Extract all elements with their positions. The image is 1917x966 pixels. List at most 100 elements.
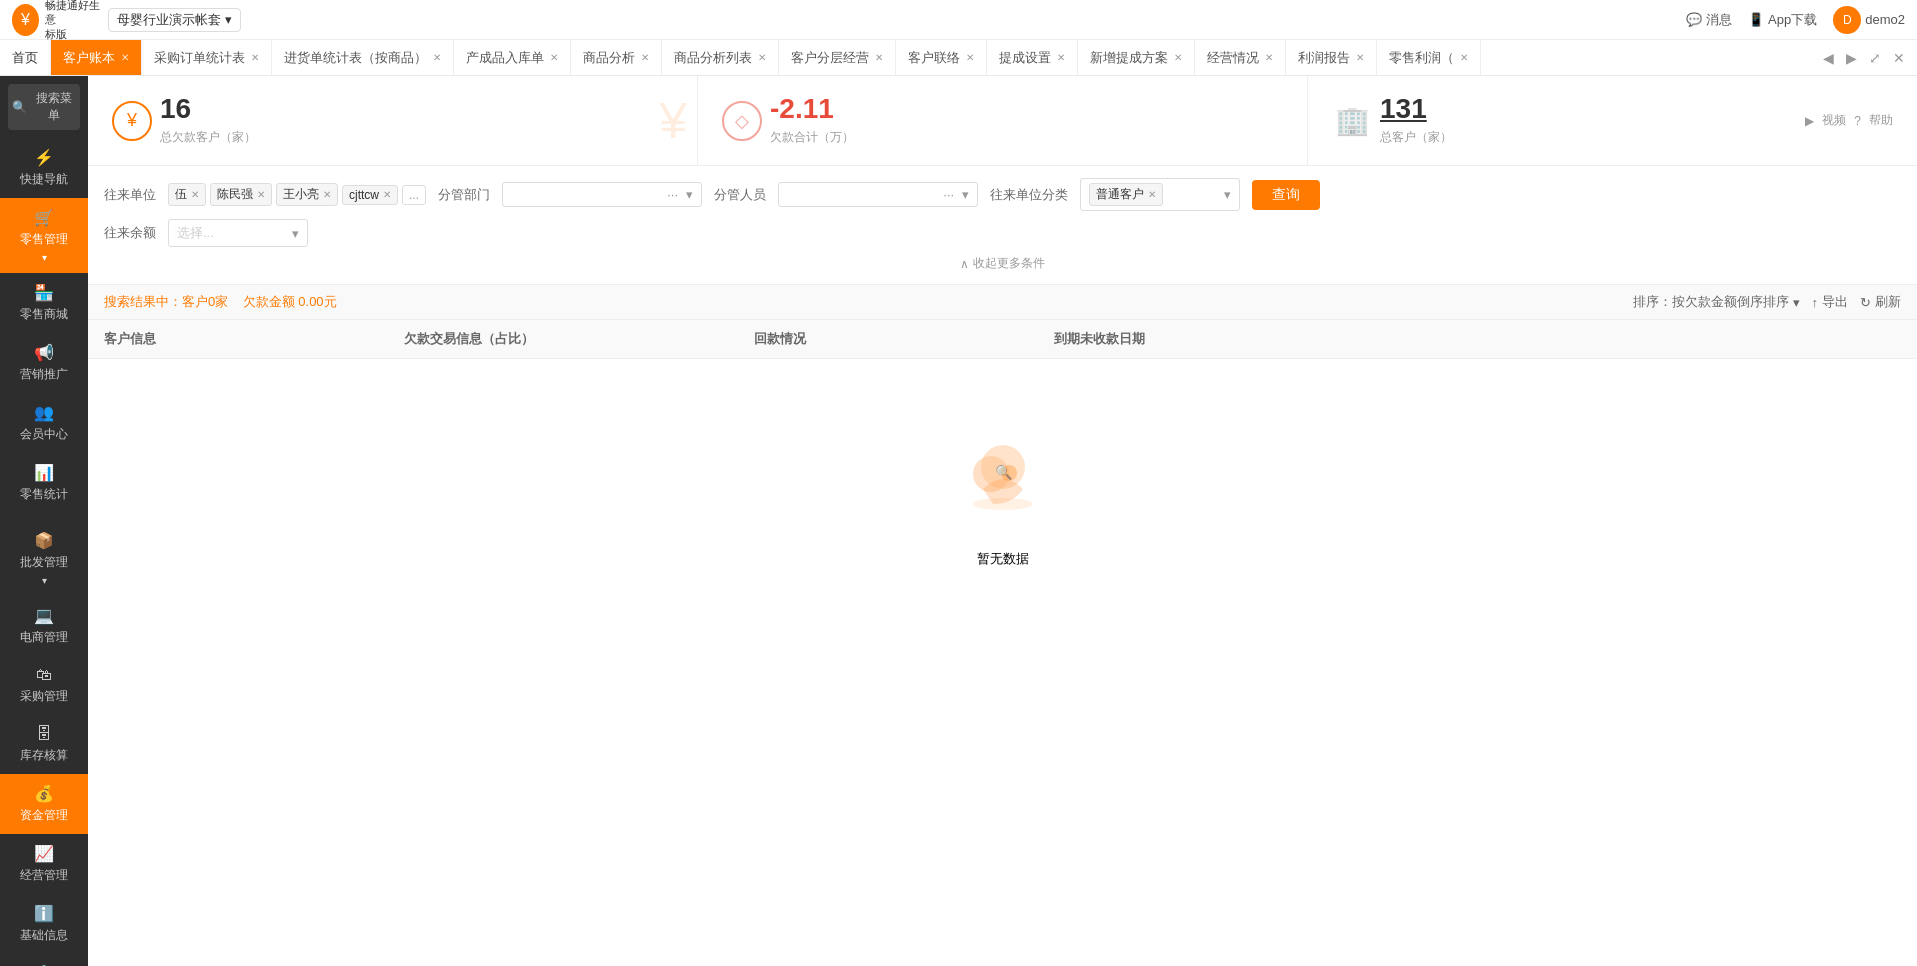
sidebar-item-retail-mgmt[interactable]: 🛒 零售管理 ▾ — [0, 198, 88, 273]
tag-close-2[interactable]: ✕ — [257, 189, 265, 200]
sidebar-item-label: 基础信息 — [20, 927, 68, 944]
sidebar-item-capital[interactable]: 💰 资金管理 — [0, 774, 88, 834]
unit-class-tag[interactable]: 普通客户 ✕ — [1089, 183, 1163, 206]
capital-icon: 💰 — [34, 784, 54, 803]
unit-class-label: 往来单位分类 — [990, 186, 1068, 204]
tab-close-incoming[interactable]: ✕ — [433, 52, 441, 63]
tab-production-storage[interactable]: 产成品入库单 ✕ — [454, 40, 571, 75]
tab-close-retail[interactable]: ✕ — [1460, 52, 1468, 63]
tab-close-production[interactable]: ✕ — [550, 52, 558, 63]
tab-incoming-stats[interactable]: 进货单统计表（按商品） ✕ — [272, 40, 454, 75]
sidebar-item-system[interactable]: ⚙️ 系统管理 — [0, 954, 88, 966]
person-select[interactable]: ··· ▾ — [778, 182, 978, 207]
col-overdue-date: 到期未收款日期 — [1054, 330, 1901, 348]
tab-close-contact[interactable]: ✕ — [966, 52, 974, 63]
tab-close-commission[interactable]: ✕ — [1057, 52, 1065, 63]
tab-goods-analysis-list[interactable]: 商品分析列表 ✕ — [662, 40, 779, 75]
tag-close-4[interactable]: ✕ — [383, 189, 391, 200]
search-menu-button[interactable]: 🔍 搜索菜单 — [8, 84, 80, 130]
nav-prev-button[interactable]: ◀ — [1819, 48, 1838, 68]
store-selector[interactable]: 母婴行业演示帐套 ▾ — [108, 8, 241, 32]
unit-class-select[interactable]: 普通客户 ✕ ▾ — [1080, 178, 1240, 211]
empty-icon: 🔍 — [953, 439, 1053, 538]
tab-customer-contact[interactable]: 客户联络 ✕ — [896, 40, 987, 75]
user-profile[interactable]: D demo2 — [1833, 6, 1905, 34]
sidebar-item-marketing[interactable]: 📢 营销推广 — [0, 333, 88, 393]
sidebar-item-retail-stats[interactable]: 📊 零售统计 — [0, 453, 88, 513]
tab-operation[interactable]: 经营情况 ✕ — [1195, 40, 1286, 75]
summary-card-total-customers: 🏢 131 总客户（家） ▶ 视频 ? 帮助 — [1308, 76, 1917, 165]
tag-close-3[interactable]: ✕ — [323, 189, 331, 200]
filter-tags: 伍 ✕ 陈民强 ✕ 王小亮 ✕ cjttcw ✕ ... — [168, 183, 426, 206]
tab-home[interactable]: 首页 — [0, 40, 51, 75]
sort-button[interactable]: 排序：按欠款金额倒序排序 ▾ — [1633, 293, 1800, 311]
avatar: D — [1833, 6, 1861, 34]
debt-customers-value: 16 — [160, 95, 256, 123]
filter-tag-4[interactable]: cjttcw ✕ — [342, 185, 398, 205]
total-customers-icon: 🏢 — [1332, 101, 1372, 141]
sidebar-item-basic-info[interactable]: ℹ️ 基础信息 — [0, 894, 88, 954]
tab-close-operation[interactable]: ✕ — [1265, 52, 1273, 63]
tab-retail-profit[interactable]: 零售利润（ ✕ — [1377, 40, 1481, 75]
query-button[interactable]: 查询 — [1252, 180, 1320, 210]
dept-select[interactable]: ··· ▾ — [502, 182, 702, 207]
filter-tag-3[interactable]: 王小亮 ✕ — [276, 183, 338, 206]
tab-close-goods[interactable]: ✕ — [641, 52, 649, 63]
person-dots[interactable]: ··· — [939, 187, 958, 202]
message-button[interactable]: 💬 消息 — [1686, 11, 1732, 29]
tab-close-profit[interactable]: ✕ — [1356, 52, 1364, 63]
basic-info-icon: ℹ️ — [34, 904, 54, 923]
col-customer-info: 客户信息 — [104, 330, 404, 348]
tab-commission[interactable]: 提成设置 ✕ — [987, 40, 1078, 75]
tab-customer-tier[interactable]: 客户分层经营 ✕ — [779, 40, 896, 75]
nav-close-all-button[interactable]: ✕ — [1889, 48, 1909, 68]
sidebar-item-purchase[interactable]: 🛍 采购管理 — [0, 656, 88, 715]
tab-label: 采购订单统计表 — [154, 49, 245, 67]
tab-close-tier[interactable]: ✕ — [875, 52, 883, 63]
unit-class-tag-close[interactable]: ✕ — [1148, 189, 1156, 200]
collapse-button[interactable]: ∧ 收起更多条件 — [960, 255, 1045, 272]
tab-close-purchase[interactable]: ✕ — [251, 52, 259, 63]
tab-close-new-commission[interactable]: ✕ — [1174, 52, 1182, 63]
tab-customer-cost[interactable]: 客户账本 ✕ — [51, 40, 142, 75]
video-button[interactable]: ▶ 视频 — [1805, 112, 1846, 129]
filter-tag-2[interactable]: 陈民强 ✕ — [210, 183, 272, 206]
sidebar-item-inventory[interactable]: 🗄 库存核算 — [0, 715, 88, 774]
sidebar-item-wholesale[interactable]: 📦 批发管理 ▾ — [0, 521, 88, 596]
sidebar-item-label: 批发管理 — [20, 554, 68, 571]
nav-next-button[interactable]: ▶ — [1842, 48, 1861, 68]
sidebar: 🔍 搜索菜单 ⚡ 快捷导航 🛒 零售管理 ▾ 🏪 零售商城 📢 营销推广 👥 会… — [0, 76, 88, 966]
help-button[interactable]: ? 帮助 — [1854, 112, 1893, 129]
store-dropdown-icon: ▾ — [225, 12, 232, 27]
filter-tag-1[interactable]: 伍 ✕ — [168, 183, 206, 206]
tab-new-commission[interactable]: 新增提成方案 ✕ — [1078, 40, 1195, 75]
balance-arrow: ▾ — [292, 226, 299, 241]
tab-close-goods-list[interactable]: ✕ — [758, 52, 766, 63]
sidebar-item-retail-shop[interactable]: 🏪 零售商城 — [0, 273, 88, 333]
card-bg-icon-1: ¥ — [659, 92, 687, 150]
sidebar-item-ecommerce[interactable]: 💻 电商管理 — [0, 596, 88, 656]
tab-profit-report[interactable]: 利润报告 ✕ — [1286, 40, 1377, 75]
filter-more-tags[interactable]: ... — [402, 185, 426, 205]
sidebar-item-operation[interactable]: 📈 经营管理 — [0, 834, 88, 894]
results-bar: 搜索结果中：客户0家 欠款金额 0.00元 排序：按欠款金额倒序排序 ▾ ↑ 导… — [88, 285, 1917, 320]
balance-select[interactable]: 选择... ▾ — [168, 219, 308, 247]
dept-dots[interactable]: ··· — [663, 187, 682, 202]
app-download-button[interactable]: 📱 App下载 — [1748, 11, 1817, 29]
sidebar-item-member-center[interactable]: 👥 会员中心 — [0, 393, 88, 453]
unit-label: 往来单位 — [104, 186, 156, 204]
total-customers-label: 总客户（家） — [1380, 129, 1452, 146]
tab-goods-analysis[interactable]: 商品分析 ✕ — [571, 40, 662, 75]
refresh-button[interactable]: ↻ 刷新 — [1860, 293, 1901, 311]
nav-expand-button[interactable]: ⤢ — [1865, 48, 1885, 68]
sort-arrow-icon: ▾ — [1793, 295, 1800, 310]
tag-close-1[interactable]: ✕ — [191, 189, 199, 200]
purchase-icon: 🛍 — [36, 666, 52, 684]
sidebar-item-quick-nav[interactable]: ⚡ 快捷导航 — [0, 138, 88, 198]
debt-amount-info: -2.11 欠款合计（万） — [770, 95, 854, 146]
tab-purchase-order[interactable]: 采购订单统计表 ✕ — [142, 40, 272, 75]
refresh-label: 刷新 — [1875, 293, 1901, 311]
tab-close-customer-cost[interactable]: ✕ — [121, 52, 129, 63]
tab-label: 零售利润（ — [1389, 49, 1454, 67]
export-button[interactable]: ↑ 导出 — [1812, 293, 1849, 311]
